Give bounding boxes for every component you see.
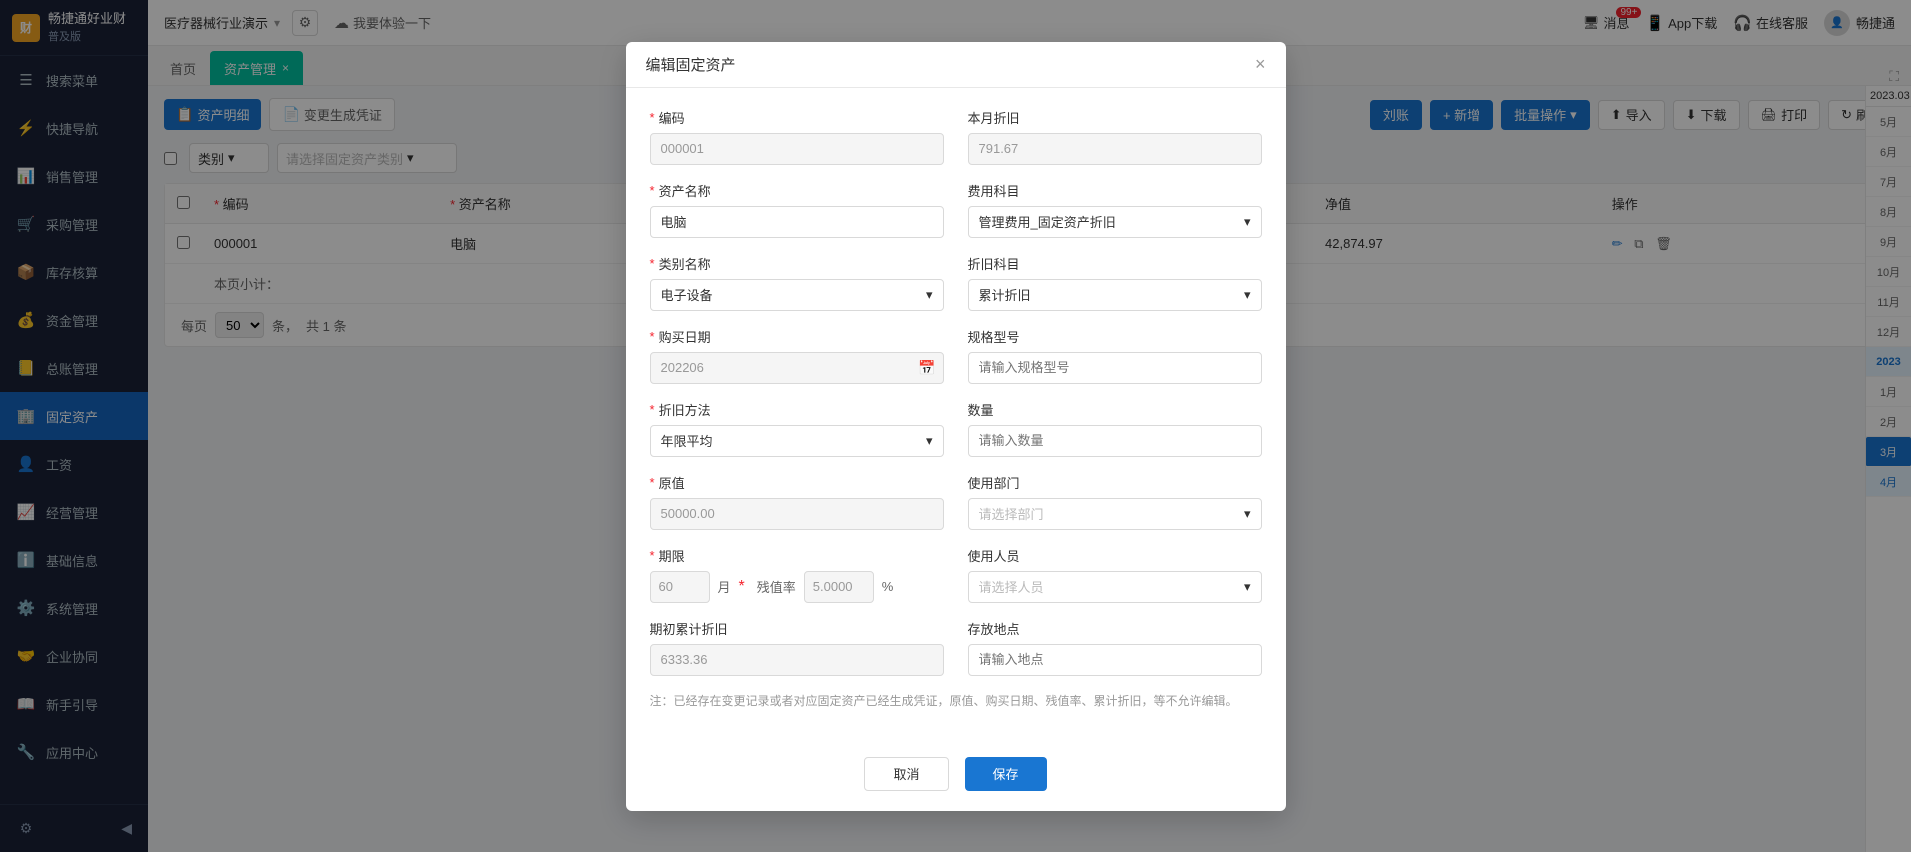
- field-depr-subject: 折旧科目 累计折旧 ▾: [968, 254, 1262, 311]
- depr-subject-select[interactable]: 累计折旧 ▾: [968, 279, 1262, 311]
- user-label: 使用人员: [968, 546, 1262, 565]
- category-required: *: [650, 256, 655, 271]
- user-placeholder: 请选择人员: [979, 577, 1044, 596]
- asset-name-input[interactable]: [650, 206, 944, 238]
- dialog-title: 编辑固定资产: [646, 54, 736, 75]
- field-asset-name: * 资产名称: [650, 181, 944, 238]
- user-chevron-icon: ▾: [1244, 579, 1251, 595]
- spec-label: 规格型号: [968, 327, 1262, 346]
- save-button[interactable]: 保存: [965, 757, 1047, 791]
- original-value-input: [650, 498, 944, 530]
- dialog-note: 注：已经存在变更记录或者对应固定资产已经生成凭证，原值、购买日期、残值率、累计折…: [650, 692, 1262, 709]
- spec-input[interactable]: [968, 352, 1262, 384]
- dialog-row-5: * 折旧方法 年限平均 ▾ 数量: [650, 400, 1262, 457]
- calendar-icon[interactable]: 📅: [918, 359, 935, 376]
- dialog-row-6: * 原值 使用部门 请选择部门 ▾: [650, 473, 1262, 530]
- field-spec: 规格型号: [968, 327, 1262, 384]
- dialog-footer: 取消 保存: [626, 741, 1286, 811]
- dialog-header: 编辑固定资产 ×: [626, 42, 1286, 88]
- orig-required: *: [650, 475, 655, 490]
- field-storage: 存放地点: [968, 619, 1262, 676]
- category-value: 电子设备: [661, 285, 713, 304]
- dialog-overlay: 编辑固定资产 × * 编码 本月折旧: [0, 0, 1911, 852]
- cancel-button[interactable]: 取消: [864, 757, 948, 791]
- dialog-row-4: * 购买日期 📅 规格型号: [650, 327, 1262, 384]
- depr-method-label: * 折旧方法: [650, 400, 944, 419]
- field-period-residual: * 期限 月 * 残值率 %: [650, 546, 944, 603]
- dialog-close-button[interactable]: ×: [1255, 54, 1266, 75]
- monthly-depr-input: [968, 133, 1262, 165]
- dept-select[interactable]: 请选择部门 ▾: [968, 498, 1262, 530]
- field-depr-method: * 折旧方法 年限平均 ▾: [650, 400, 944, 457]
- original-value-label: * 原值: [650, 473, 944, 492]
- residual-rate-label: 残值率: [757, 577, 796, 596]
- code-input[interactable]: [650, 133, 944, 165]
- storage-label: 存放地点: [968, 619, 1262, 638]
- expense-subject-label: 费用科目: [968, 181, 1262, 200]
- field-quantity: 数量: [968, 400, 1262, 457]
- expense-subject-select[interactable]: 管理费用_固定资产折旧 ▾: [968, 206, 1262, 238]
- dept-chevron-icon: ▾: [1244, 506, 1251, 522]
- dialog-row-8: 期初累计折旧 存放地点: [650, 619, 1262, 676]
- depr-subject-label: 折旧科目: [968, 254, 1262, 273]
- period-label: * 期限: [650, 546, 944, 565]
- field-monthly-depr: 本月折旧: [968, 108, 1262, 165]
- dept-label: 使用部门: [968, 473, 1262, 492]
- dialog-row-7: * 期限 月 * 残值率 % 使用人员 请选择人员: [650, 546, 1262, 603]
- field-expense-subject: 费用科目 管理费用_固定资产折旧 ▾: [968, 181, 1262, 238]
- category-select[interactable]: 电子设备 ▾: [650, 279, 944, 311]
- depr-method-value: 年限平均: [661, 431, 713, 450]
- dialog-row-1: * 编码 本月折旧: [650, 108, 1262, 165]
- field-user: 使用人员 请选择人员 ▾: [968, 546, 1262, 603]
- dialog-body: * 编码 本月折旧 * 资产名称: [626, 88, 1286, 741]
- field-purchase-date: * 购买日期 📅: [650, 327, 944, 384]
- residual-unit-label: %: [882, 579, 894, 594]
- field-category: * 类别名称 电子设备 ▾: [650, 254, 944, 311]
- monthly-depr-label: 本月折旧: [968, 108, 1262, 127]
- purchase-date-label: * 购买日期: [650, 327, 944, 346]
- purchase-date-required: *: [650, 329, 655, 344]
- depr-method-required: *: [650, 402, 655, 417]
- asset-name-required: *: [650, 183, 655, 198]
- storage-input[interactable]: [968, 644, 1262, 676]
- residual-input: [804, 571, 874, 603]
- depr-subject-value: 累计折旧: [979, 285, 1031, 304]
- code-label: * 编码: [650, 108, 944, 127]
- field-dept: 使用部门 请选择部门 ▾: [968, 473, 1262, 530]
- period-residual-row: 月 * 残值率 %: [650, 571, 944, 603]
- initial-depr-label: 期初累计折旧: [650, 619, 944, 638]
- depr-method-chevron-icon: ▾: [926, 433, 933, 449]
- period-unit-label: 月: [718, 577, 731, 596]
- quantity-input[interactable]: [968, 425, 1262, 457]
- initial-depr-input: [650, 644, 944, 676]
- quantity-label: 数量: [968, 400, 1262, 419]
- code-required-star: *: [650, 110, 655, 125]
- edit-asset-dialog: 编辑固定资产 × * 编码 本月折旧: [626, 42, 1286, 811]
- residual-required: *: [739, 578, 745, 596]
- field-code: * 编码: [650, 108, 944, 165]
- asset-name-label: * 资产名称: [650, 181, 944, 200]
- dept-placeholder: 请选择部门: [979, 504, 1044, 523]
- expense-subject-chevron-icon: ▾: [1244, 214, 1251, 230]
- dialog-row-3: * 类别名称 电子设备 ▾ 折旧科目 累计折旧 ▾: [650, 254, 1262, 311]
- user-select[interactable]: 请选择人员 ▾: [968, 571, 1262, 603]
- field-initial-depr: 期初累计折旧: [650, 619, 944, 676]
- field-original-value: * 原值: [650, 473, 944, 530]
- category-chevron-icon: ▾: [926, 287, 933, 303]
- purchase-date-input[interactable]: [650, 352, 944, 384]
- depr-method-select[interactable]: 年限平均 ▾: [650, 425, 944, 457]
- dialog-row-2: * 资产名称 费用科目 管理费用_固定资产折旧 ▾: [650, 181, 1262, 238]
- period-input: [650, 571, 710, 603]
- purchase-date-wrapper: 📅: [650, 352, 944, 384]
- category-label: * 类别名称: [650, 254, 944, 273]
- period-required: *: [650, 548, 655, 563]
- depr-subject-chevron-icon: ▾: [1244, 287, 1251, 303]
- expense-subject-value: 管理费用_固定资产折旧: [979, 212, 1116, 231]
